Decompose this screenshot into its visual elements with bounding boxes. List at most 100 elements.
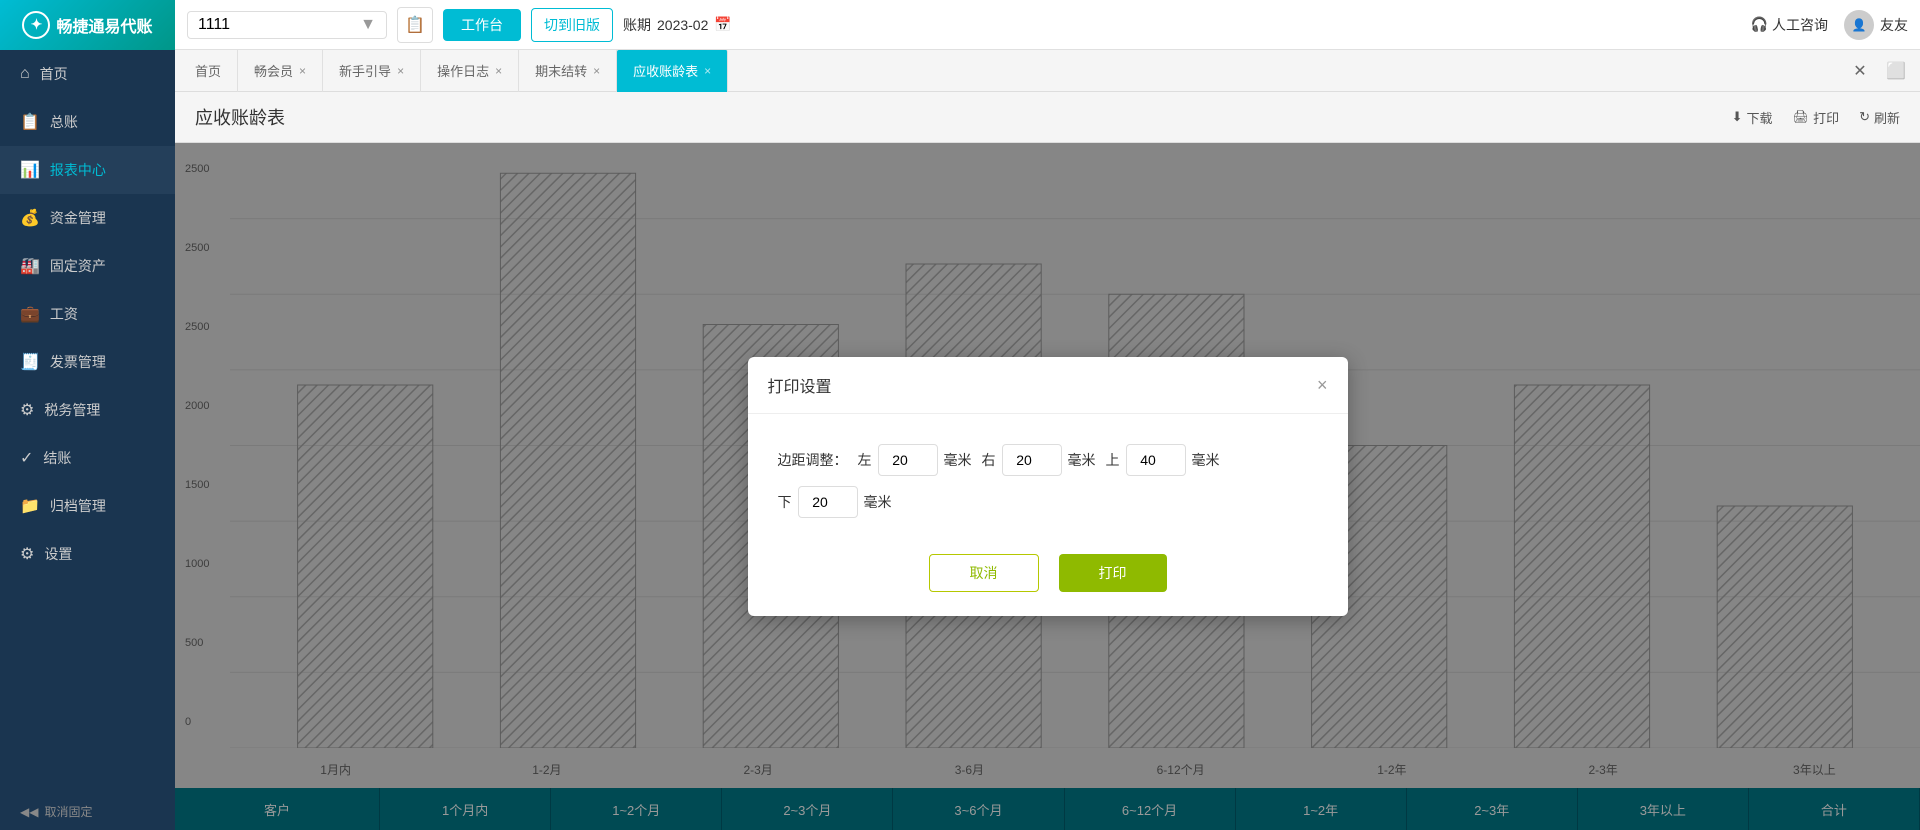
sidebar-item-funds[interactable]: 💰 资金管理 xyxy=(0,194,175,242)
tab-home[interactable]: 首页 xyxy=(185,50,238,92)
tab-close-guide[interactable]: × xyxy=(397,64,404,78)
margin-adjust-label: 边距调整： xyxy=(778,450,848,470)
margin-row: 边距调整： 左 毫米 右 毫米 xyxy=(778,444,1318,518)
sidebar-item-label: 总账 xyxy=(50,112,78,132)
logo-icon: ✦ xyxy=(22,11,50,39)
sidebar-item-fixed-assets[interactable]: 🏭 固定资产 xyxy=(0,242,175,290)
tab-bar: 首页 畅会员 × 新手引导 × 操作日志 × 期末结转 × 应收账龄表 × xyxy=(175,50,1920,92)
content-area: 首页 畅会员 × 新手引导 × 操作日志 × 期末结转 × 应收账龄表 × xyxy=(175,50,1920,830)
period-label: 账期 2023-02 📅 xyxy=(623,15,732,35)
right-label: 右 xyxy=(982,450,996,470)
settings-icon: ⚙ xyxy=(20,544,34,564)
collapse-icon: ◀◀ xyxy=(20,805,38,819)
sidebar-item-salary[interactable]: 💼 工资 xyxy=(0,290,175,338)
sidebar-item-label: 首页 xyxy=(40,64,68,84)
top-label: 上 xyxy=(1106,450,1120,470)
chart-wrapper: 0 500 1000 1500 2000 2500 2500 2500 xyxy=(175,143,1920,830)
sidebar-item-label: 归档管理 xyxy=(50,496,106,516)
modal-close-button[interactable]: × xyxy=(1317,375,1328,396)
sidebar-item-tax[interactable]: ⚙ 税务管理 xyxy=(0,386,175,434)
ledger-icon: 📋 xyxy=(20,112,40,132)
sidebar-item-home[interactable]: ⌂ 首页 xyxy=(0,50,175,98)
chart-icon: 📊 xyxy=(20,160,40,180)
print-icon: 🖨 xyxy=(1793,109,1810,125)
left-margin-input[interactable] xyxy=(878,444,938,476)
modal-title: 打印设置 xyxy=(768,373,832,397)
calendar-period-icon[interactable]: 📅 xyxy=(714,16,731,33)
user-button[interactable]: 👤 友友 xyxy=(1844,10,1908,40)
sidebar-item-archive[interactable]: 📁 归档管理 xyxy=(0,482,175,530)
modal-footer: 取消 打印 xyxy=(748,538,1348,616)
bottom-unit: 毫米 xyxy=(864,492,892,512)
sidebar-collapse-button[interactable]: ◀◀ 取消固定 xyxy=(0,793,175,830)
sidebar-item-label: 结账 xyxy=(43,448,71,468)
sidebar: ⌂ 首页 📋 总账 📊 报表中心 💰 资金管理 🏭 固定资产 💼 工资 🧾 发票… xyxy=(0,50,175,830)
sidebar-item-label: 工资 xyxy=(50,304,78,324)
sidebar-item-label: 资金管理 xyxy=(50,208,106,228)
close-window-button[interactable]: ✕ xyxy=(1846,57,1874,85)
page-actions: ⬇ 下载 🖨 打印 ↻ 刷新 xyxy=(1732,108,1900,127)
sidebar-item-label: 设置 xyxy=(44,544,72,564)
print-confirm-button[interactable]: 打印 xyxy=(1059,554,1167,592)
tab-close-log[interactable]: × xyxy=(495,64,502,78)
logo-text: 畅捷通易代账 xyxy=(56,13,152,37)
funds-icon: 💰 xyxy=(20,208,40,228)
invoice-icon: 🧾 xyxy=(20,352,40,372)
company-name: 1111 xyxy=(198,16,230,34)
print-settings-modal: 打印设置 × 边距调整： 左 毫米 右 xyxy=(748,357,1348,616)
assets-icon: 🏭 xyxy=(20,256,40,276)
download-button[interactable]: ⬇ 下载 xyxy=(1732,108,1773,127)
tab-close-aging[interactable]: × xyxy=(704,64,711,78)
sidebar-item-settings[interactable]: ⚙ 设置 xyxy=(0,530,175,578)
tab-aging[interactable]: 应收账龄表 × xyxy=(617,50,728,92)
cancel-button[interactable]: 取消 xyxy=(929,554,1039,592)
left-label: 左 xyxy=(858,450,872,470)
margin-right-group: 右 毫米 xyxy=(982,444,1096,476)
workbench-button[interactable]: 工作台 xyxy=(443,9,521,41)
sidebar-item-ledger[interactable]: 📋 总账 xyxy=(0,98,175,146)
refresh-icon: ↻ xyxy=(1859,109,1870,125)
calendar-icon[interactable]: 📋 xyxy=(397,7,433,43)
modal-header: 打印设置 × xyxy=(748,357,1348,414)
print-button[interactable]: 🖨 打印 xyxy=(1793,108,1840,127)
tab-log[interactable]: 操作日志 × xyxy=(421,50,519,92)
sidebar-item-reports[interactable]: 📊 报表中心 xyxy=(0,146,175,194)
sidebar-item-checkout[interactable]: ✓ 结账 xyxy=(0,434,175,482)
margin-top-group: 上 毫米 xyxy=(1106,444,1220,476)
switch-button[interactable]: 切到旧版 xyxy=(531,8,613,42)
margin-left-group: 左 毫米 xyxy=(858,444,972,476)
modal-overlay: 打印设置 × 边距调整： 左 毫米 右 xyxy=(175,143,1920,830)
tab-close-period[interactable]: × xyxy=(593,64,600,78)
download-icon: ⬇ xyxy=(1732,109,1743,125)
sidebar-item-invoice[interactable]: 🧾 发票管理 xyxy=(0,338,175,386)
chevron-down-icon: ▼ xyxy=(360,16,376,34)
tab-close-member[interactable]: × xyxy=(299,64,306,78)
page-title: 应收账龄表 xyxy=(195,104,285,130)
left-unit: 毫米 xyxy=(944,450,972,470)
right-margin-input[interactable] xyxy=(1002,444,1062,476)
sidebar-item-label: 固定资产 xyxy=(50,256,106,276)
page-header: 应收账龄表 ⬇ 下载 🖨 打印 ↻ 刷新 xyxy=(175,92,1920,143)
right-unit: 毫米 xyxy=(1068,450,1096,470)
tab-actions: ✕ ⬜ xyxy=(1846,57,1910,85)
tab-member[interactable]: 畅会员 × xyxy=(238,50,323,92)
company-selector[interactable]: 1111 ▼ xyxy=(187,11,387,39)
sidebar-item-label: 发票管理 xyxy=(50,352,106,372)
top-unit: 毫米 xyxy=(1192,450,1220,470)
tab-guide[interactable]: 新手引导 × xyxy=(323,50,421,92)
top-margin-input[interactable] xyxy=(1126,444,1186,476)
archive-icon: 📁 xyxy=(20,496,40,516)
tab-period-close[interactable]: 期末结转 × xyxy=(519,50,617,92)
sidebar-item-label: 报表中心 xyxy=(50,160,106,180)
tax-icon: ⚙ xyxy=(20,400,34,420)
support-button[interactable]: 🎧 人工咨询 xyxy=(1751,15,1828,35)
refresh-button[interactable]: ↻ 刷新 xyxy=(1859,108,1900,127)
modal-body: 边距调整： 左 毫米 右 毫米 xyxy=(748,414,1348,538)
salary-icon: 💼 xyxy=(20,304,40,324)
headset-icon: 🎧 xyxy=(1751,16,1768,33)
maximize-button[interactable]: ⬜ xyxy=(1882,57,1910,85)
checkout-icon: ✓ xyxy=(20,448,33,468)
bottom-label: 下 xyxy=(778,492,792,512)
margin-bottom-group: 下 毫米 xyxy=(778,486,892,518)
bottom-margin-input[interactable] xyxy=(798,486,858,518)
